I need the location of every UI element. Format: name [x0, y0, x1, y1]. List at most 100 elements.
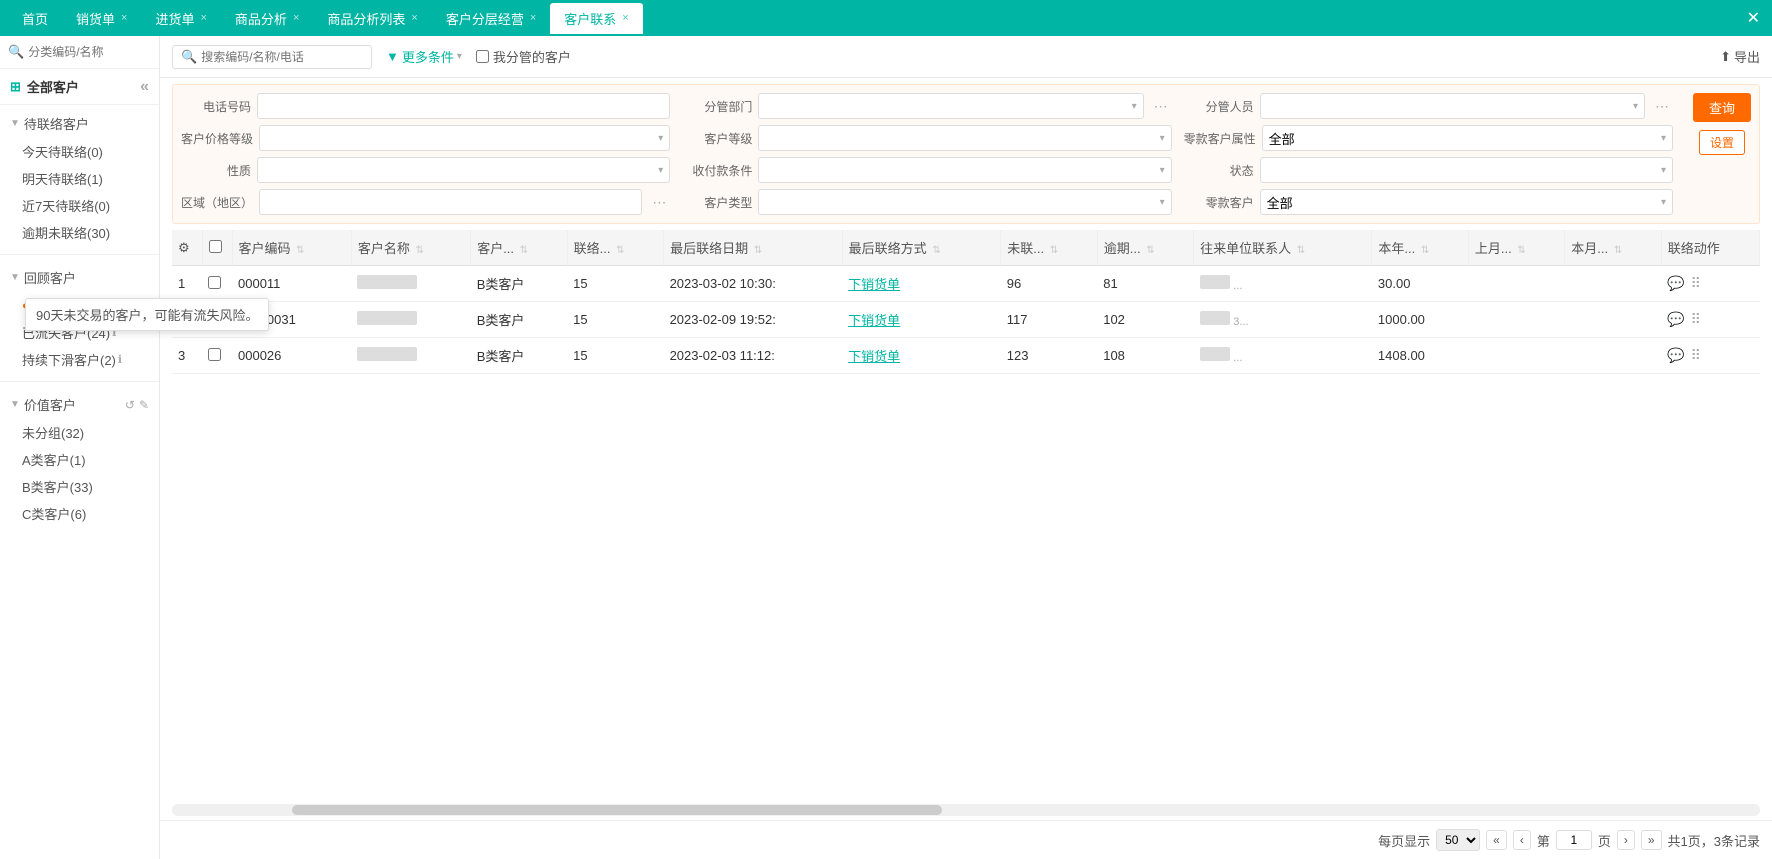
- scrollbar-thumb[interactable]: [292, 805, 942, 815]
- row2-method-link[interactable]: 下销货单: [848, 313, 900, 328]
- phone-input[interactable]: [257, 93, 670, 119]
- uncontacted-col-header[interactable]: 未联... ⇅: [1001, 230, 1097, 266]
- contact-person-col-header[interactable]: 往来单位联系人 ⇅: [1194, 230, 1372, 266]
- sort-method-icon: ⇅: [932, 245, 940, 256]
- next-page-btn[interactable]: ›: [1617, 830, 1635, 850]
- contact-col-header[interactable]: 联络... ⇅: [567, 230, 663, 266]
- manager-select[interactable]: ▾: [1260, 93, 1645, 119]
- nav-close-segment[interactable]: ×: [530, 12, 536, 24]
- query-button[interactable]: 查询: [1693, 93, 1751, 122]
- nav-close-contact[interactable]: ×: [622, 12, 628, 24]
- nature-select[interactable]: ▾: [257, 157, 670, 183]
- row3-action-chat[interactable]: 💬: [1667, 347, 1684, 364]
- region-select[interactable]: [259, 189, 642, 215]
- last-date-col-header[interactable]: 最后联络日期 ⇅: [664, 230, 843, 266]
- customer-level-select[interactable]: ▾: [758, 125, 1171, 151]
- row1-method[interactable]: 下销货单: [842, 266, 1001, 302]
- row2-action-chat[interactable]: 💬: [1667, 311, 1684, 328]
- overdue-col-header[interactable]: 逾期... ⇅: [1097, 230, 1193, 266]
- dept-more-icon[interactable]: ⋯: [1150, 98, 1172, 115]
- row1-action-chat[interactable]: 💬: [1667, 275, 1684, 292]
- status-select[interactable]: ▾: [1260, 157, 1673, 183]
- this-month-col-header[interactable]: 本月... ⇅: [1565, 230, 1661, 266]
- sidebar-item-7days[interactable]: 近7天待联络(0): [0, 192, 159, 219]
- nav-close-sales[interactable]: ×: [121, 12, 127, 24]
- price-level-select[interactable]: ▾: [259, 125, 670, 151]
- row1-actions: 💬 ⠿: [1661, 266, 1759, 302]
- search-input[interactable]: [201, 50, 363, 64]
- edit-icon[interactable]: ✎: [139, 398, 149, 412]
- settings-col-header[interactable]: ⚙: [172, 230, 202, 266]
- last-page-btn[interactable]: »: [1641, 830, 1662, 850]
- checkbox-col-header[interactable]: [202, 230, 232, 266]
- sidebar-item-class-b[interactable]: B类客户(33): [0, 473, 159, 500]
- sidebar-item-class-a[interactable]: A类客户(1): [0, 446, 159, 473]
- section-pending-title[interactable]: ▼ 待联络客户: [0, 109, 159, 138]
- window-close-button[interactable]: ✕: [1747, 8, 1760, 28]
- row1-check[interactable]: [202, 266, 232, 302]
- sidebar-search-input[interactable]: [28, 45, 151, 59]
- collapse-icon[interactable]: «: [140, 78, 149, 96]
- row1-action-more[interactable]: ⠿: [1691, 275, 1701, 292]
- sidebar-item-tomorrow[interactable]: 明天待联络(1): [0, 165, 159, 192]
- code-col-header[interactable]: 客户编码 ⇅: [232, 230, 351, 266]
- customer-type-select[interactable]: ▾: [758, 189, 1171, 215]
- nav-close-purchase[interactable]: ×: [200, 12, 206, 24]
- nav-purchase[interactable]: 进货单 ×: [141, 3, 220, 34]
- last-method-col-header[interactable]: 最后联络方式 ⇅: [842, 230, 1001, 266]
- zero-attr-select[interactable]: 全部 ▾: [1262, 125, 1673, 151]
- payment-select[interactable]: ▾: [758, 157, 1171, 183]
- nav-product-list[interactable]: 商品分析列表 ×: [313, 3, 431, 34]
- sidebar-item-declining[interactable]: 持续下滑客户(2) ℹ: [0, 346, 159, 373]
- row1-checkbox[interactable]: [208, 276, 221, 289]
- nav-close-analysis[interactable]: ×: [293, 12, 299, 24]
- all-customers-item[interactable]: ⊞ 全部客户 «: [0, 69, 159, 105]
- row3-method-link[interactable]: 下销货单: [848, 349, 900, 364]
- row3-name-blurred: [357, 347, 417, 361]
- my-customers-checkbox[interactable]: 我分管的客户: [476, 47, 571, 66]
- sidebar-item-overdue[interactable]: 逾期未联络(30): [0, 219, 159, 246]
- sidebar-item-class-c[interactable]: C类客户(6): [0, 500, 159, 527]
- sidebar-item-today[interactable]: 今天待联络(0): [0, 138, 159, 165]
- row2-action-more[interactable]: ⠿: [1691, 311, 1701, 328]
- type-col-header[interactable]: 客户... ⇅: [471, 230, 567, 266]
- row2-name-blurred: [357, 311, 417, 325]
- row3-check[interactable]: [202, 338, 232, 374]
- refresh-icon[interactable]: ↺: [125, 398, 135, 412]
- name-col-header[interactable]: 客户名称 ⇅: [351, 230, 470, 266]
- nav-customer-contact[interactable]: 客户联系 ×: [550, 3, 642, 34]
- department-select[interactable]: ▾: [758, 93, 1143, 119]
- filter-department: 分管部门 ▾ ⋯: [682, 93, 1171, 119]
- page-input[interactable]: [1556, 830, 1592, 850]
- first-page-btn[interactable]: «: [1486, 830, 1507, 850]
- row3-year: 1408.00: [1372, 338, 1468, 374]
- row3-action-more[interactable]: ⠿: [1691, 347, 1701, 364]
- gear-icon[interactable]: ⚙: [178, 240, 190, 255]
- my-customers-check[interactable]: [476, 50, 489, 63]
- row2-method[interactable]: 下销货单: [842, 302, 1001, 338]
- nav-sales-order[interactable]: 销货单 ×: [62, 3, 141, 34]
- row3-method[interactable]: 下销货单: [842, 338, 1001, 374]
- nav-home[interactable]: 首页: [8, 3, 62, 34]
- last-month-col-header[interactable]: 上月... ⇅: [1468, 230, 1564, 266]
- row3-checkbox[interactable]: [208, 348, 221, 361]
- page-unit: 页: [1598, 831, 1611, 850]
- mgr-more-icon[interactable]: ⋯: [1651, 98, 1673, 115]
- row1-method-link[interactable]: 下销货单: [848, 277, 900, 292]
- horizontal-scrollbar[interactable]: [172, 804, 1760, 816]
- nav-product-analysis[interactable]: 商品分析 ×: [221, 3, 313, 34]
- prev-page-btn[interactable]: ‹: [1513, 830, 1531, 850]
- select-all-checkbox[interactable]: [209, 240, 222, 253]
- section-value-title[interactable]: ▼ 价值客户 ↺ ✎: [0, 390, 159, 419]
- zero-customer-select[interactable]: 全部 ▾: [1260, 189, 1673, 215]
- nav-customer-segment[interactable]: 客户分层经营 ×: [432, 3, 550, 34]
- per-page-select[interactable]: 50: [1436, 829, 1480, 851]
- section-review-title[interactable]: ▼ 回顾客户: [0, 263, 159, 292]
- export-button[interactable]: ⬆ 导出: [1720, 47, 1760, 66]
- more-conditions-btn[interactable]: ▼ 更多条件 ▾: [380, 44, 468, 69]
- this-year-col-header[interactable]: 本年... ⇅: [1372, 230, 1468, 266]
- sidebar-item-ungrouped[interactable]: 未分组(32): [0, 419, 159, 446]
- settings-button[interactable]: 设置: [1699, 130, 1745, 155]
- nav-close-list[interactable]: ×: [411, 12, 417, 24]
- region-more-icon[interactable]: ⋯: [648, 194, 670, 211]
